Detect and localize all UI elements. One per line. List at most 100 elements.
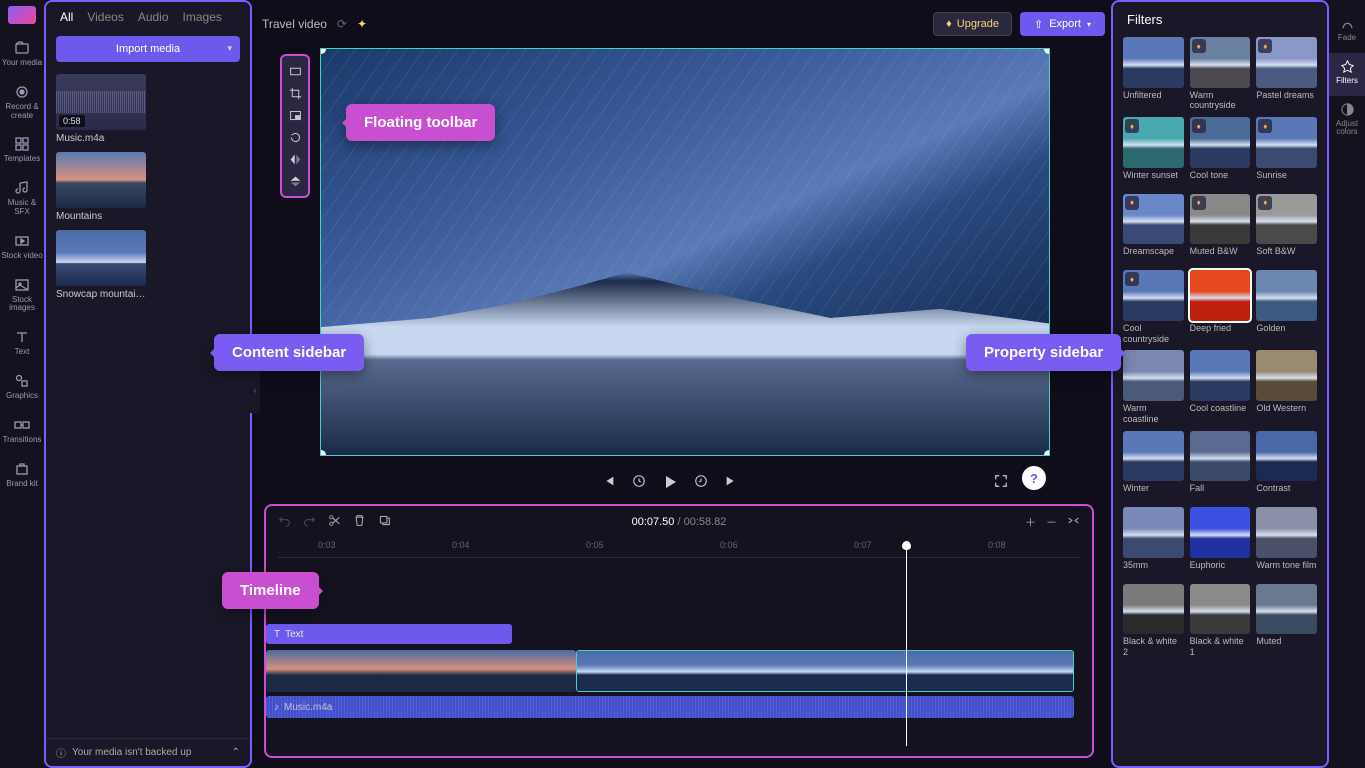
filter-35mm[interactable]: 35mm [1123,507,1184,578]
resize-handle-tr[interactable] [1044,48,1050,54]
help-button[interactable]: ? [1022,466,1046,490]
backup-notice[interactable]: ⓘ Your media isn't backed up ⌃ [46,738,250,766]
timeline-tracks[interactable]: TText Snowcap mountain stars.png ♪Music.… [266,558,1092,566]
filter-cool-countryside[interactable]: Cool countryside [1123,270,1184,344]
collapse-sidebar-button[interactable]: ‹ [250,369,260,413]
premium-badge-icon [1258,39,1272,53]
playhead[interactable] [906,546,907,746]
filter-pastel-dreams[interactable]: Pastel dreams [1256,37,1317,111]
nav-stock-images[interactable]: Stock images [0,271,44,324]
backup-text: Your media isn't backed up [72,747,191,758]
filter-thumb [1123,270,1184,321]
nav-record-create[interactable]: Record & create [0,78,44,131]
text-clip[interactable]: TText [266,624,512,644]
timeline-ruler[interactable]: 0:030:040:050:060:070:08 [278,538,1080,558]
media-name: Snowcap mountain st... [56,289,146,300]
zoom-fit-button[interactable] [1067,514,1080,530]
flip-h-tool[interactable] [282,148,308,170]
filter-winter-sunset[interactable]: Winter sunset [1123,117,1184,188]
filter-soft-b-w[interactable]: Soft B&W [1256,194,1317,265]
rr-adjust-colors[interactable]: Adjust colors [1329,96,1365,148]
rr-filters[interactable]: Filters [1329,53,1365,96]
nav-your-media[interactable]: Your media [0,34,44,78]
project-name[interactable]: Travel video ⟳ ✦ [262,17,367,31]
resize-handle-br[interactable] [1044,450,1050,456]
filter-black-white-2[interactable]: Black & white 2 [1123,584,1184,658]
flip-v-tool[interactable] [282,170,308,192]
filter-name: Golden [1256,323,1317,341]
filter-fall[interactable]: Fall [1190,431,1251,502]
filter-golden[interactable]: Golden [1256,270,1317,344]
timeline-panel: 00:07.50 / 00:58.82 ＋ － 0:030:040:050:06… [264,504,1094,758]
filter-cool-tone[interactable]: Cool tone [1190,117,1251,188]
forward-button[interactable] [694,474,708,493]
filter-warm-tone-film[interactable]: Warm tone film [1256,507,1317,578]
nav-templates[interactable]: Templates [0,130,44,174]
resize-handle-tl[interactable] [320,48,326,54]
zoom-in-button[interactable]: ＋ [1025,514,1036,530]
nav-stock-video[interactable]: Stock video [0,227,44,271]
import-media-button[interactable]: Import media [56,36,240,62]
play-button[interactable] [662,474,678,493]
pip-tool[interactable] [282,104,308,126]
filter-muted-b-w[interactable]: Muted B&W [1190,194,1251,265]
skip-back-button[interactable] [602,474,616,493]
filter-muted[interactable]: Muted [1256,584,1317,658]
media-item[interactable]: 0:58Music.m4a [56,74,146,144]
ruler-tick: 0:06 [720,540,738,550]
filter-thumb [1123,37,1184,88]
media-tab-audio[interactable]: Audio [138,10,169,24]
nav-brand-kit[interactable]: Brand kit [0,455,44,499]
video-clip-2[interactable]: Snowcap mountain stars.png [576,650,1074,692]
media-tab-images[interactable]: Images [183,10,222,24]
filter-thumb [1256,431,1317,482]
filter-deep-fried[interactable]: Deep fried [1190,270,1251,344]
filter-name: 35mm [1123,560,1184,578]
media-tab-all[interactable]: All [60,10,73,24]
rr-fade[interactable]: Fade [1329,10,1365,53]
filter-warm-countryside[interactable]: Warm countryside [1190,37,1251,111]
filter-thumb [1256,194,1317,245]
nav-text[interactable]: Text [0,323,44,367]
crop-tool[interactable] [282,82,308,104]
upgrade-button[interactable]: ♦Upgrade [933,12,1012,36]
media-item[interactable]: Snowcap mountain st... [56,230,146,300]
media-item[interactable]: Mountains [56,152,146,222]
floating-toolbar [280,54,310,198]
filter-name: Deep fried [1190,323,1251,341]
filter-thumb [1256,507,1317,558]
export-button[interactable]: ⇧Export▾ [1020,12,1105,36]
filter-thumb [1123,194,1184,245]
duplicate-button[interactable] [378,514,391,530]
filter-cool-coastline[interactable]: Cool coastline [1190,350,1251,424]
filter-sunrise[interactable]: Sunrise [1256,117,1317,188]
delete-button[interactable] [353,514,366,530]
redo-button[interactable] [303,514,316,530]
resize-handle-bl[interactable] [320,450,326,456]
fill-tool[interactable] [282,60,308,82]
filter-name: Dreamscape [1123,246,1184,264]
audio-clip[interactable]: ♪Music.m4a [266,696,1074,718]
rotate-tool[interactable] [282,126,308,148]
filter-black-white-1[interactable]: Black & white 1 [1190,584,1251,658]
nav-graphics[interactable]: Graphics [0,367,44,411]
media-tab-videos[interactable]: Videos [87,10,123,24]
filter-contrast[interactable]: Contrast [1256,431,1317,502]
video-clip-1[interactable] [266,650,576,692]
undo-button[interactable] [278,514,291,530]
filter-name: Old Western [1256,403,1317,421]
rewind-button[interactable] [632,474,646,493]
filter-old-western[interactable]: Old Western [1256,350,1317,424]
split-button[interactable] [328,514,341,530]
nav-music-sfx[interactable]: Music & SFX [0,174,44,227]
nav-transitions[interactable]: Transitions [0,411,44,455]
skip-fwd-button[interactable] [724,474,738,493]
filter-euphoric[interactable]: Euphoric [1190,507,1251,578]
fullscreen-button[interactable] [994,474,1008,491]
premium-badge-icon [1125,119,1139,133]
filter-unfiltered[interactable]: Unfiltered [1123,37,1184,111]
filter-dreamscape[interactable]: Dreamscape [1123,194,1184,265]
callout-timeline: Timeline [222,572,319,609]
filter-winter[interactable]: Winter [1123,431,1184,502]
zoom-out-button[interactable]: － [1046,514,1057,530]
